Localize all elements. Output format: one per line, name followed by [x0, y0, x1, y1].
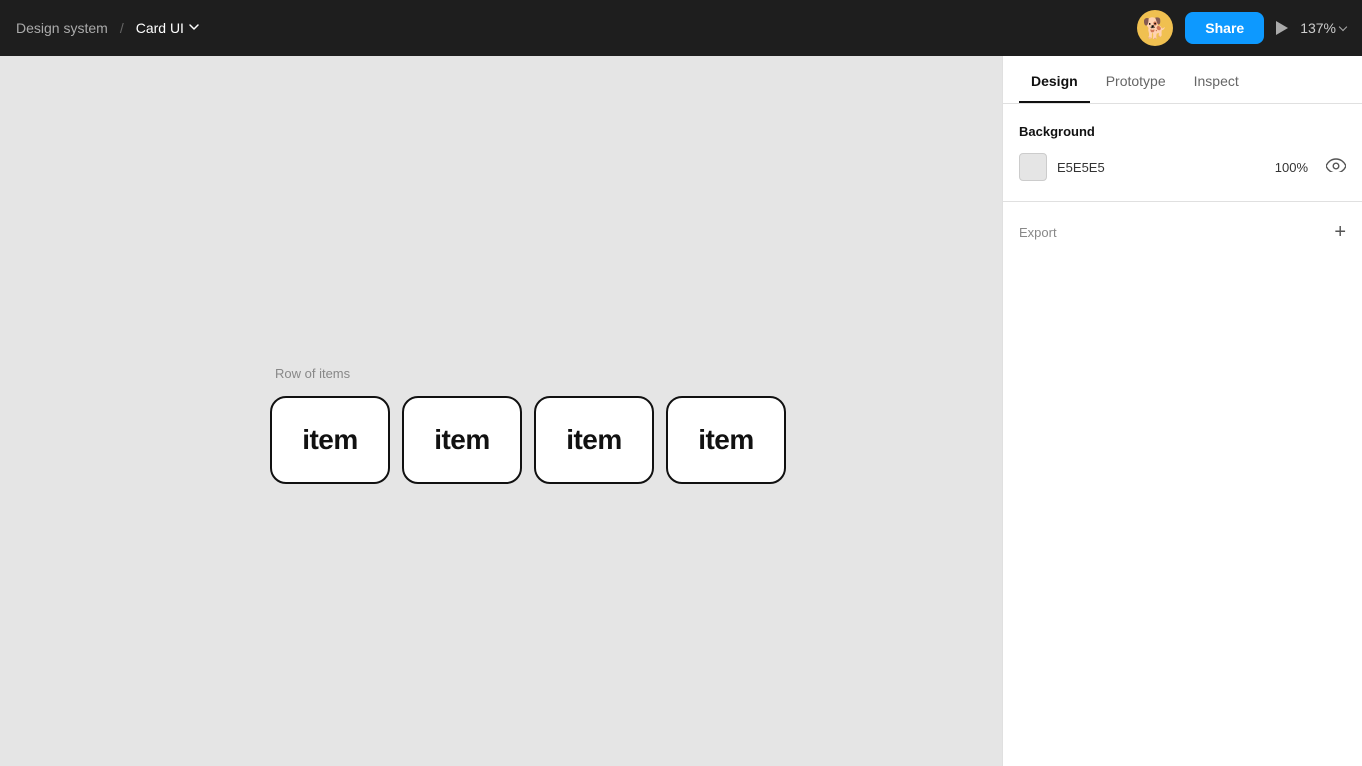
- item-card-4[interactable]: item: [666, 396, 786, 484]
- topbar: Design system / Card UI 🐕 Share 137%: [0, 0, 1362, 56]
- add-export-button[interactable]: +: [1334, 222, 1346, 242]
- zoom-chevron-icon: [1339, 23, 1347, 31]
- canvas[interactable]: Row of items item item item item: [0, 56, 1002, 766]
- eye-icon[interactable]: [1326, 158, 1346, 177]
- zoom-control[interactable]: 137%: [1300, 20, 1346, 36]
- main-area: Row of items item item item item Design …: [0, 56, 1362, 766]
- chevron-down-icon: [188, 20, 200, 36]
- share-button[interactable]: Share: [1185, 12, 1264, 44]
- tab-design[interactable]: Design: [1019, 61, 1090, 103]
- tab-prototype[interactable]: Prototype: [1094, 61, 1178, 103]
- project-name[interactable]: Design system: [16, 20, 108, 36]
- file-name[interactable]: Card UI: [136, 20, 200, 36]
- item-card-1[interactable]: item: [270, 396, 390, 484]
- background-row: E5E5E5 100%: [1019, 153, 1346, 181]
- item-card-2[interactable]: item: [402, 396, 522, 484]
- export-label: Export: [1019, 225, 1057, 240]
- topbar-right: 🐕 Share 137%: [1137, 10, 1346, 46]
- color-swatch[interactable]: [1019, 153, 1047, 181]
- row-of-items: item item item item: [270, 396, 786, 484]
- row-label: Row of items: [275, 366, 350, 381]
- panel-tabs: Design Prototype Inspect: [1003, 56, 1362, 104]
- tab-inspect[interactable]: Inspect: [1182, 61, 1251, 103]
- background-section-title: Background: [1019, 124, 1346, 139]
- item-card-3[interactable]: item: [534, 396, 654, 484]
- export-section: Export +: [1003, 202, 1362, 262]
- color-hex[interactable]: E5E5E5: [1057, 160, 1265, 175]
- play-button[interactable]: [1276, 21, 1288, 35]
- background-section: Background E5E5E5 100%: [1003, 104, 1362, 202]
- breadcrumb-separator: /: [120, 20, 124, 36]
- play-icon: [1276, 21, 1288, 35]
- breadcrumb: Design system / Card UI: [16, 20, 200, 36]
- avatar: 🐕: [1137, 10, 1173, 46]
- right-panel: Design Prototype Inspect Background E5E5…: [1002, 56, 1362, 766]
- opacity-value[interactable]: 100%: [1275, 160, 1308, 175]
